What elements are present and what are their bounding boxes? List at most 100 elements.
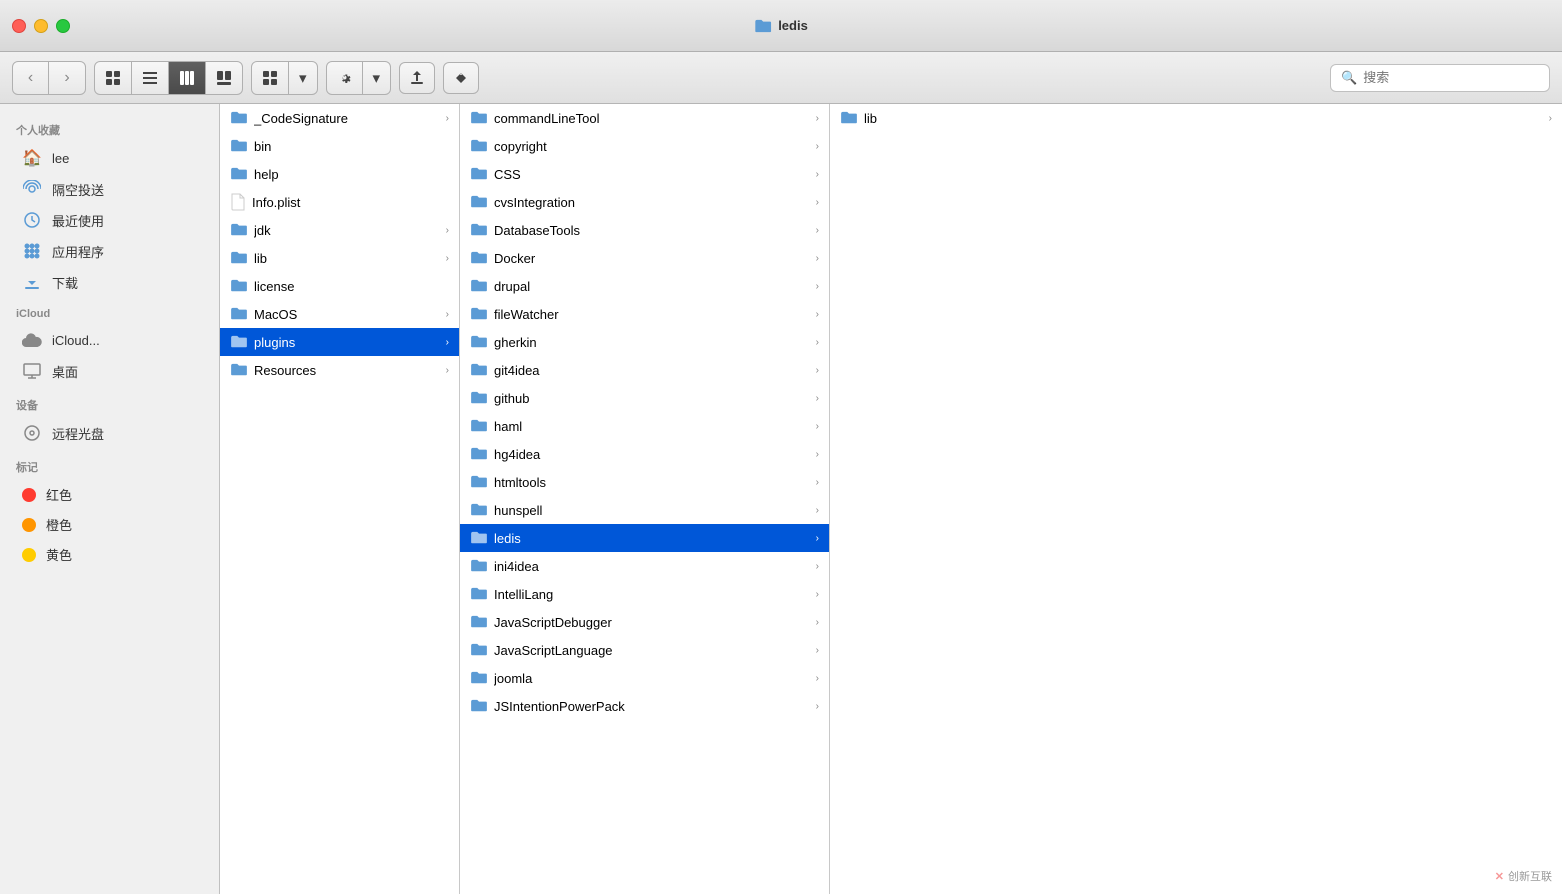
chevron-right-icon: › <box>446 309 449 320</box>
share-button[interactable] <box>399 62 435 94</box>
sidebar-section-icloud: iCloud <box>0 298 219 324</box>
group-dropdown-button[interactable]: ▾ <box>289 62 317 94</box>
group-button[interactable] <box>252 62 289 94</box>
forward-button[interactable]: › <box>49 62 85 94</box>
view-gallery-button[interactable] <box>206 62 242 94</box>
table-row[interactable]: license <box>220 272 459 300</box>
maximize-button[interactable] <box>56 19 70 33</box>
table-row[interactable]: MacOS › <box>220 300 459 328</box>
table-row[interactable]: gherkin › <box>460 328 829 356</box>
table-row[interactable]: lib › <box>830 104 1562 132</box>
table-row[interactable]: htmltools › <box>460 468 829 496</box>
view-list-button[interactable] <box>132 62 169 94</box>
file-name: lib <box>864 111 1543 126</box>
table-row[interactable]: JavaScriptDebugger › <box>460 608 829 636</box>
chevron-right-icon: › <box>816 225 819 236</box>
sidebar-item-downloads[interactable]: 下载 <box>6 267 213 297</box>
table-row[interactable]: Resources › <box>220 356 459 384</box>
file-name: JSIntentionPowerPack <box>494 699 810 714</box>
group-view-buttons: ▾ <box>251 61 318 95</box>
table-row[interactable]: fileWatcher › <box>460 300 829 328</box>
folder-icon <box>470 195 488 209</box>
folder-icon <box>230 335 248 349</box>
sidebar-item-recents[interactable]: 最近使用 <box>6 205 213 235</box>
table-row[interactable]: hg4idea › <box>460 440 829 468</box>
tag-orange-dot <box>22 518 36 532</box>
table-row[interactable]: joomla › <box>460 664 829 692</box>
table-row[interactable]: ini4idea › <box>460 552 829 580</box>
table-row[interactable]: CSS › <box>460 160 829 188</box>
table-row[interactable]: JavaScriptLanguage › <box>460 636 829 664</box>
sidebar-label-airdrop: 隔空投送 <box>52 180 104 199</box>
folder-icon <box>470 671 488 685</box>
file-name: Docker <box>494 251 810 266</box>
table-row[interactable]: hunspell › <box>460 496 829 524</box>
sidebar-label-icloud: iCloud... <box>52 333 100 348</box>
sidebar-section-tags: 标记 <box>0 449 219 479</box>
sidebar-label-orange: 橙色 <box>46 515 72 534</box>
table-row[interactable]: cvsIntegration › <box>460 188 829 216</box>
search-input[interactable] <box>1363 70 1539 85</box>
table-row[interactable]: git4idea › <box>460 356 829 384</box>
sidebar-item-tag-red[interactable]: 红色 <box>6 480 213 509</box>
file-name: fileWatcher <box>494 307 810 322</box>
file-name: IntelliLang <box>494 587 810 602</box>
minimize-button[interactable] <box>34 19 48 33</box>
view-column-button[interactable] <box>169 62 206 94</box>
folder-icon <box>470 251 488 265</box>
file-name: JavaScriptLanguage <box>494 643 810 658</box>
table-row[interactable]: commandLineTool › <box>460 104 829 132</box>
sidebar-item-tag-orange[interactable]: 橙色 <box>6 510 213 539</box>
table-row[interactable]: github › <box>460 384 829 412</box>
table-row[interactable]: lib › <box>220 244 459 272</box>
view-icon-button[interactable] <box>95 62 132 94</box>
folder-icon <box>470 391 488 405</box>
file-name: haml <box>494 419 810 434</box>
sidebar-item-icloud[interactable]: iCloud... <box>6 325 213 355</box>
file-name: joomla <box>494 671 810 686</box>
file-column-1: _CodeSignature › bin help Info.plist <box>220 104 460 894</box>
file-name: help <box>254 167 449 182</box>
file-name: plugins <box>254 335 440 350</box>
settings-button[interactable] <box>327 62 363 94</box>
table-row[interactable]: help <box>220 160 459 188</box>
close-button[interactable] <box>12 19 26 33</box>
folder-icon <box>470 531 488 545</box>
sidebar-item-tag-yellow[interactable]: 黄色 <box>6 540 213 569</box>
folder-icon <box>470 699 488 713</box>
tag-button[interactable] <box>443 62 479 94</box>
folder-icon <box>470 643 488 657</box>
table-row[interactable]: JSIntentionPowerPack › <box>460 692 829 720</box>
settings-dropdown-button[interactable]: ▾ <box>363 62 391 94</box>
back-button[interactable]: ‹ <box>13 62 49 94</box>
table-row[interactable]: copyright › <box>460 132 829 160</box>
sidebar-item-airdrop[interactable]: 隔空投送 <box>6 174 213 204</box>
folder-icon <box>470 307 488 321</box>
folder-icon <box>470 335 488 349</box>
sidebar-item-lee[interactable]: 🏠 lee <box>6 143 213 173</box>
sidebar-item-apps[interactable]: 应用程序 <box>6 236 213 266</box>
table-row[interactable]: jdk › <box>220 216 459 244</box>
table-row[interactable]: haml › <box>460 412 829 440</box>
home-icon: 🏠 <box>22 148 42 168</box>
table-row[interactable]: _CodeSignature › <box>220 104 459 132</box>
file-name: htmltools <box>494 475 810 490</box>
folder-icon <box>230 139 248 153</box>
table-row[interactable]: Info.plist <box>220 188 459 216</box>
table-row[interactable]: plugins › <box>220 328 459 356</box>
table-row[interactable]: drupal › <box>460 272 829 300</box>
table-row[interactable]: IntelliLang › <box>460 580 829 608</box>
folder-icon <box>470 167 488 181</box>
search-box[interactable]: 🔍 <box>1330 64 1550 92</box>
table-row[interactable]: bin <box>220 132 459 160</box>
folder-icon <box>470 475 488 489</box>
airdrop-icon <box>22 179 42 199</box>
table-row[interactable]: Docker › <box>460 244 829 272</box>
sidebar-item-remote-disc[interactable]: 远程光盘 <box>6 418 213 448</box>
sidebar-item-desktop[interactable]: 桌面 <box>6 356 213 386</box>
file-name: copyright <box>494 139 810 154</box>
file-name: gherkin <box>494 335 810 350</box>
table-row[interactable]: DatabaseTools › <box>460 216 829 244</box>
table-row[interactable]: ledis › <box>460 524 829 552</box>
view-buttons <box>94 61 243 95</box>
